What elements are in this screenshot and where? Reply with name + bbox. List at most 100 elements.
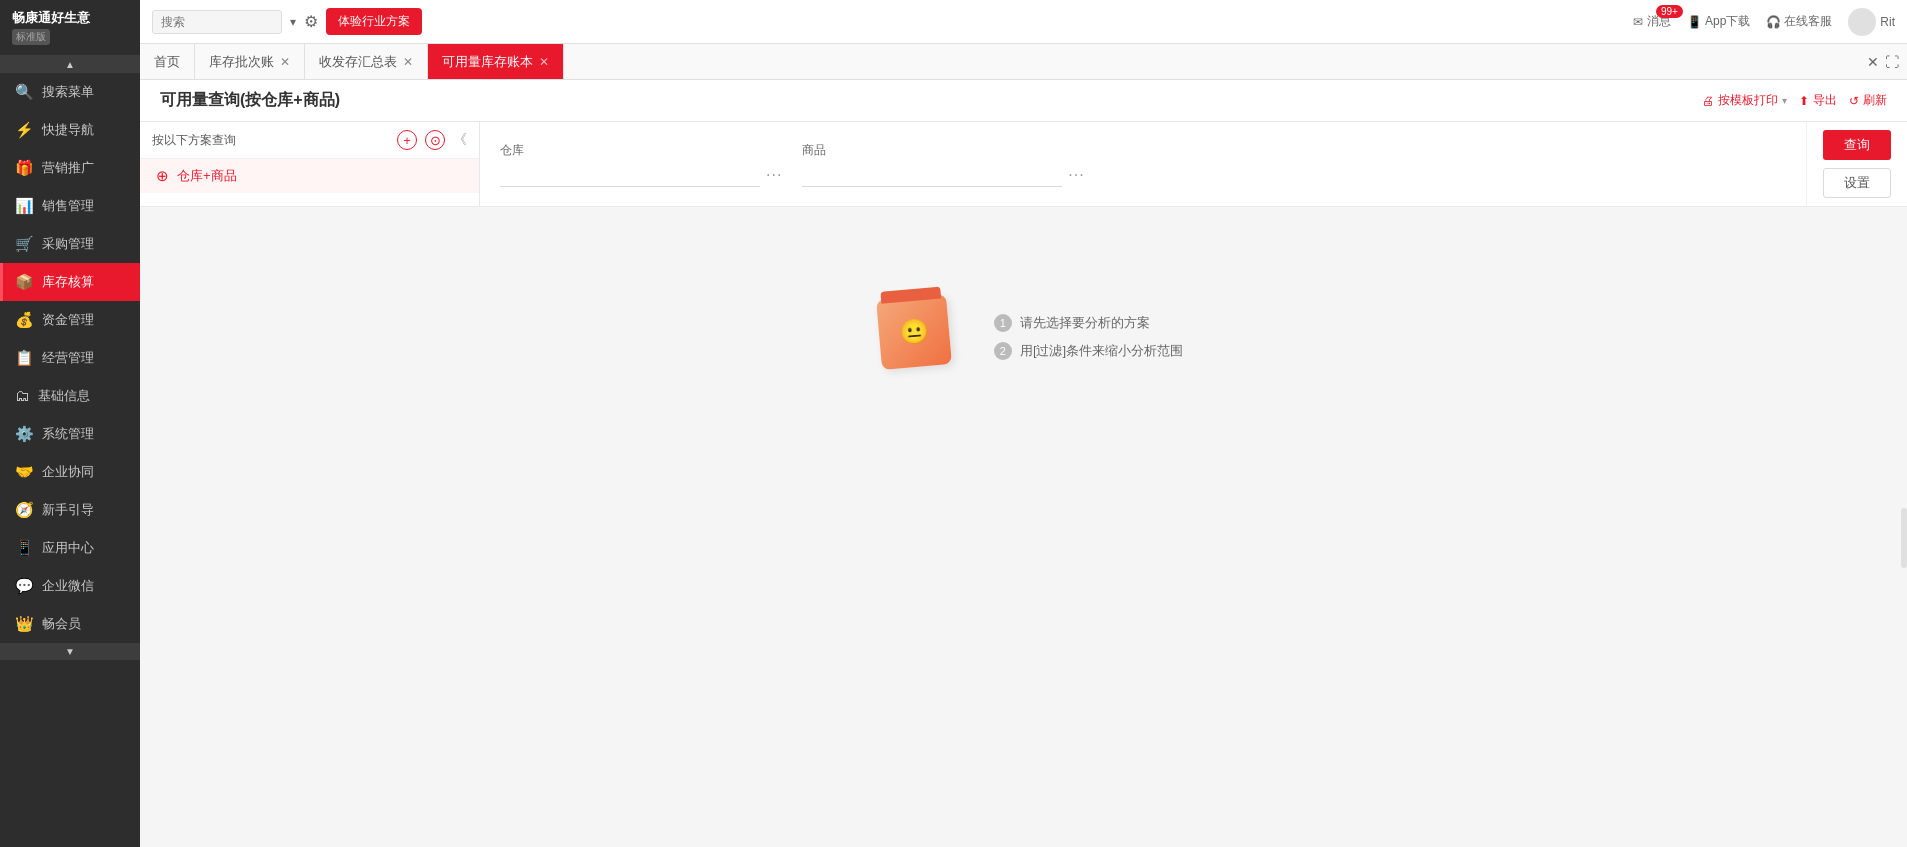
compass-icon: 🧭 (15, 501, 34, 519)
topbar-right: ✉ 消息 99+ 📱 App下载 🎧 在线客服 Rit (1633, 8, 1895, 36)
goods-label: 商品 (802, 142, 1084, 159)
sidebar-item-label: 畅会员 (42, 615, 81, 633)
print-icon: 🖨 (1702, 94, 1714, 108)
warehouse-input-row: ··· (500, 163, 782, 187)
query-section: 按以下方案查询 + ⊙ 《 ⊕ 仓库+商品 仓库 ··· (140, 122, 1907, 207)
hint-text-2: 用[过滤]条件来缩小分析范围 (1020, 342, 1183, 360)
app-download-label: App下载 (1705, 13, 1750, 30)
goods-input[interactable] (802, 163, 1062, 187)
sidebar-item-label: 企业协同 (42, 463, 94, 481)
warehouse-label: 仓库 (500, 142, 782, 159)
sidebar-item-enterprise[interactable]: 🤝 企业协同 (0, 453, 140, 491)
user-name: Rit (1880, 15, 1895, 29)
tab-expand-icon[interactable]: ⛶ (1885, 54, 1899, 70)
settings-icon[interactable]: ⚙ (304, 12, 318, 31)
tab-home-label: 首页 (154, 53, 180, 71)
folder-icon: 🗂 (15, 387, 30, 404)
sidebar-scroll-down[interactable]: ▼ (0, 643, 140, 660)
hint-num-2: 2 (994, 342, 1012, 360)
sidebar-item-label: 新手引导 (42, 501, 94, 519)
sidebar-item-label: 搜索菜单 (42, 83, 94, 101)
topbar-left: ▾ ⚙ 体验行业方案 (152, 8, 422, 35)
message-icon: ✉ (1633, 15, 1643, 29)
sidebar: 畅康通好生意 标准版 ▲ 🔍 搜索菜单 ⚡ 快捷导航 🎁 营销推广 📊 销售管理… (0, 0, 140, 847)
sidebar-item-search[interactable]: 🔍 搜索菜单 (0, 73, 140, 111)
chat-icon: 💬 (15, 577, 34, 595)
empty-hints: 1 请先选择要分析的方案 2 用[过滤]条件来缩小分析范围 (994, 314, 1183, 360)
avatar (1848, 8, 1876, 36)
warehouse-input[interactable] (500, 163, 760, 187)
sidebar-item-purchase[interactable]: 🛒 采购管理 (0, 225, 140, 263)
sidebar-item-basic[interactable]: 🗂 基础信息 (0, 377, 140, 415)
scheme-title: 按以下方案查询 (152, 132, 389, 149)
crown-icon: 👑 (15, 615, 34, 633)
warehouse-more-icon[interactable]: ··· (766, 166, 782, 184)
sidebar-item-sales[interactable]: 📊 销售管理 (0, 187, 140, 225)
hint-item-2: 2 用[过滤]条件来缩小分析范围 (994, 342, 1183, 360)
tab-close-all-icon[interactable]: ✕ (1867, 54, 1879, 70)
clipboard-icon: 📋 (15, 349, 34, 367)
tab-batch-close[interactable]: ✕ (280, 55, 290, 69)
dropdown-icon[interactable]: ▾ (290, 15, 296, 29)
goods-more-icon[interactable]: ··· (1068, 166, 1084, 184)
message-icon-wrapper[interactable]: ✉ 消息 99+ (1633, 13, 1671, 30)
hint-text-1: 请先选择要分析的方案 (1020, 314, 1150, 332)
query-button[interactable]: 查询 (1823, 130, 1891, 160)
add-scheme-btn[interactable]: + (397, 130, 417, 150)
scheme-item-label: 仓库+商品 (177, 167, 237, 185)
sidebar-item-operations[interactable]: 📋 经营管理 (0, 339, 140, 377)
box-icon: 📦 (15, 273, 34, 291)
export-icon: ⬆ (1799, 94, 1809, 108)
refresh-label: 刷新 (1863, 92, 1887, 109)
refresh-btn[interactable]: ↺ 刷新 (1849, 92, 1887, 109)
collapse-icon[interactable]: 《 (453, 131, 467, 149)
tab-summary-close[interactable]: ✕ (403, 55, 413, 69)
export-btn[interactable]: ⬆ 导出 (1799, 92, 1837, 109)
tab-home[interactable]: 首页 (140, 44, 195, 79)
export-label: 导出 (1813, 92, 1837, 109)
tab-summary[interactable]: 收发存汇总表 ✕ (305, 44, 428, 79)
sidebar-item-guide[interactable]: 🧭 新手引导 (0, 491, 140, 529)
tab-available[interactable]: 可用量库存账本 ✕ (428, 44, 564, 79)
box-face: 😐 (898, 317, 930, 348)
sidebar-item-member[interactable]: 👑 畅会员 (0, 605, 140, 643)
warehouse-filter-group: 仓库 ··· (500, 142, 782, 187)
sidebar-item-label: 快捷导航 (42, 121, 94, 139)
sidebar-item-label: 营销推广 (42, 159, 94, 177)
sidebar-scroll-up[interactable]: ▲ (0, 56, 140, 73)
sidebar-item-system[interactable]: ⚙️ 系统管理 (0, 415, 140, 453)
hint-num-1: 1 (994, 314, 1012, 332)
action-col: 查询 设置 (1806, 122, 1907, 206)
user-menu[interactable]: Rit (1848, 8, 1895, 36)
sidebar-item-inventory[interactable]: 📦 库存核算 (0, 263, 140, 301)
search-icon: 🔍 (15, 83, 34, 101)
app-download-btn[interactable]: 📱 App下载 (1687, 13, 1750, 30)
hint-item-1: 1 请先选择要分析的方案 (994, 314, 1183, 332)
message-badge: 99+ (1656, 5, 1683, 18)
phone-icon: 📱 (1687, 15, 1702, 29)
scheme-settings-btn[interactable]: ⊙ (425, 130, 445, 150)
search-input[interactable] (152, 10, 282, 34)
settings-button[interactable]: 设置 (1823, 168, 1891, 198)
tab-available-label: 可用量库存账本 (442, 53, 533, 71)
tab-available-close[interactable]: ✕ (539, 55, 549, 69)
refresh-icon: ↺ (1849, 94, 1859, 108)
empty-state: 😐 1 请先选择要分析的方案 2 用[过滤]条件来缩小分析范围 (140, 207, 1907, 467)
sidebar-item-quick-nav[interactable]: ⚡ 快捷导航 (0, 111, 140, 149)
tabbar-controls: ✕ ⛶ (1859, 54, 1907, 70)
sidebar-item-finance[interactable]: 💰 资金管理 (0, 301, 140, 339)
print-btn[interactable]: 🖨 按模板打印 ▾ (1702, 92, 1787, 109)
sidebar-item-wechat[interactable]: 💬 企业微信 (0, 567, 140, 605)
empty-state-inner: 😐 1 请先选择要分析的方案 2 用[过滤]条件来缩小分析范围 (864, 287, 1183, 387)
sidebar-item-appstore[interactable]: 📱 应用中心 (0, 529, 140, 567)
industry-btn[interactable]: 体验行业方案 (326, 8, 422, 35)
tab-batch[interactable]: 库存批次账 ✕ (195, 44, 305, 79)
lightning-icon: ⚡ (15, 121, 34, 139)
chevron-down-icon: ▾ (1782, 95, 1787, 106)
page-header-actions: 🖨 按模板打印 ▾ ⬆ 导出 ↺ 刷新 (1702, 92, 1887, 109)
page-content: 可用量查询(按仓库+商品) 🖨 按模板打印 ▾ ⬆ 导出 ↺ 刷新 (140, 80, 1907, 847)
scheme-item-warehouse-goods[interactable]: ⊕ 仓库+商品 (140, 159, 479, 193)
scroll-hint (1901, 508, 1907, 568)
sidebar-item-marketing[interactable]: 🎁 营销推广 (0, 149, 140, 187)
online-service-btn[interactable]: 🎧 在线客服 (1766, 13, 1832, 30)
